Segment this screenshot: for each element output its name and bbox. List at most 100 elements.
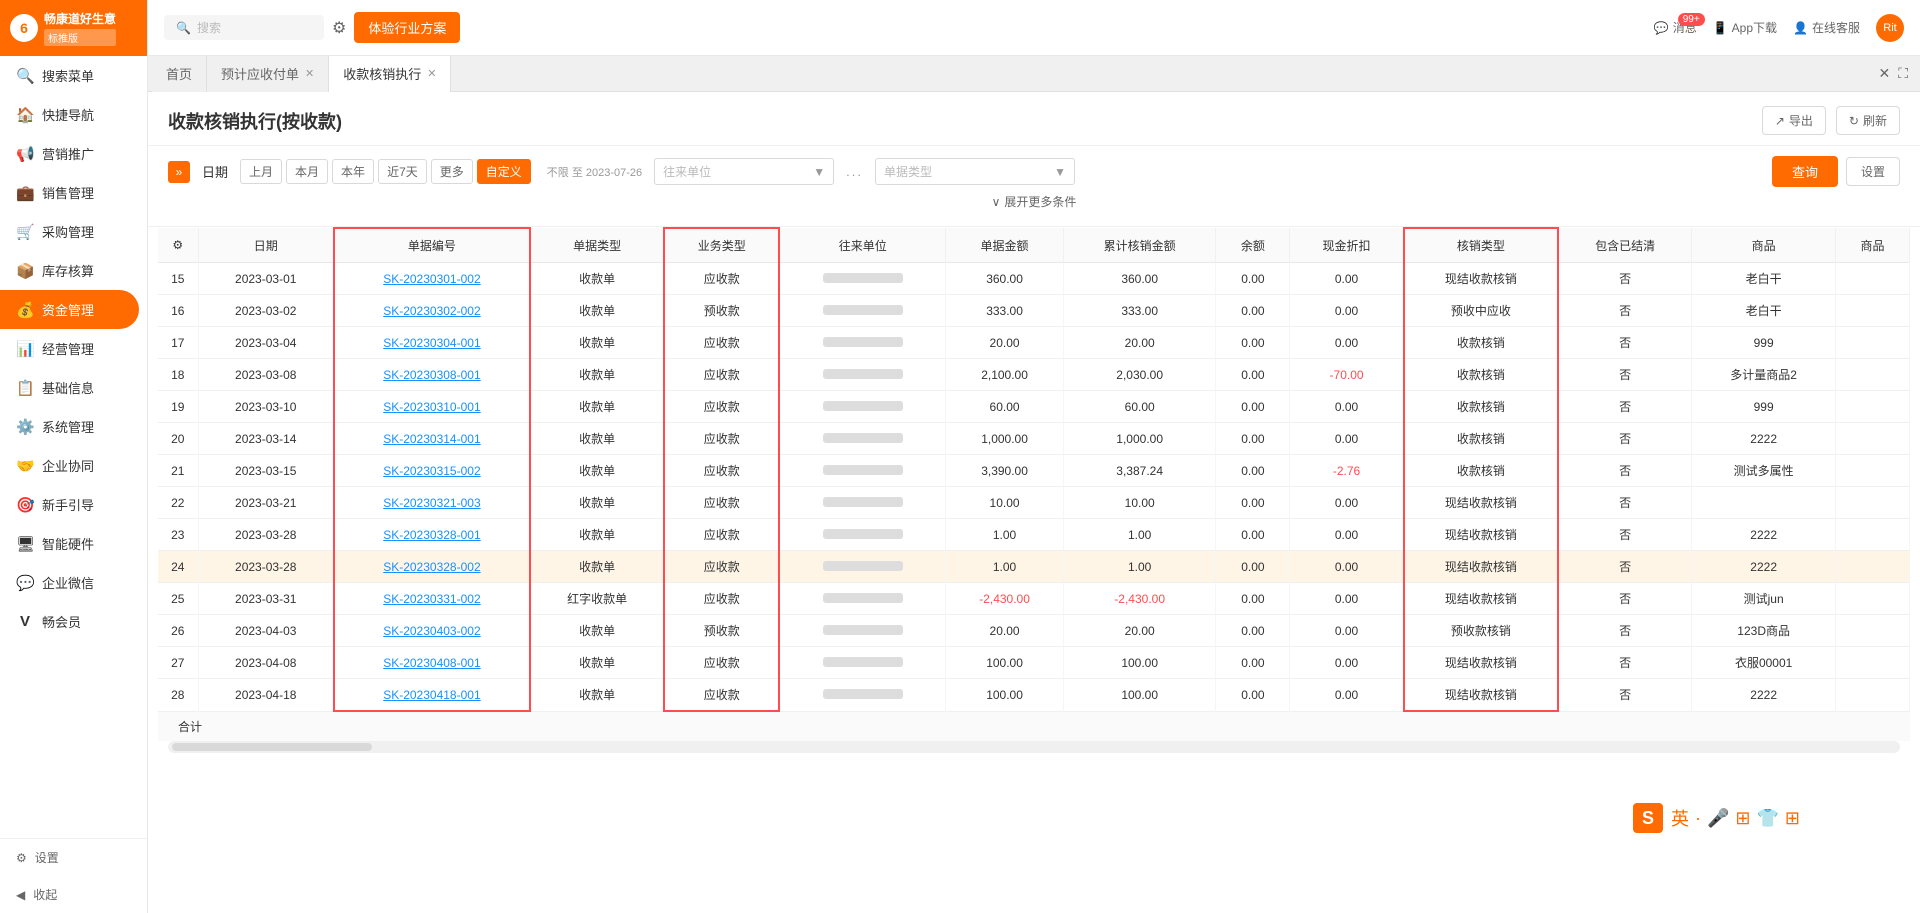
more-date-btn[interactable]: 更多 [431, 159, 473, 184]
th-amount[interactable]: 单据金额 [946, 228, 1064, 263]
cell-accumulated: 20.00 [1063, 615, 1216, 647]
tab-home[interactable]: 首页 [152, 56, 207, 92]
sidebar-item-quicknav[interactable]: 🏠 快捷导航 [0, 95, 147, 134]
cell-singleno[interactable]: SK-20230328-002 [334, 551, 530, 583]
main-content: 🔍 搜索 ⚙ 体验行业方案 💬 消息 99+ 📱 App下载 👤 在线客服 Ri… [148, 0, 1920, 913]
sidebar-item-enterprise[interactable]: 🤝 企业协同 [0, 446, 147, 485]
close-window-icon[interactable]: ✕ [1878, 65, 1890, 82]
table-setting-btn[interactable]: 设置 [1846, 157, 1900, 186]
cell-singleno[interactable]: SK-20230321-003 [334, 487, 530, 519]
th-saletype[interactable]: 核销类型 [1404, 228, 1558, 263]
message-badge: 99+ [1678, 13, 1705, 26]
app-download-button[interactable]: 📱 App下载 [1713, 19, 1777, 36]
cell-singleno[interactable]: SK-20230301-002 [334, 263, 530, 295]
cell-balance: 0.00 [1216, 519, 1290, 551]
tab-payment-writeoff[interactable]: 收款核销执行 ✕ [329, 56, 451, 92]
topbar-search[interactable]: 🔍 搜索 [164, 15, 324, 40]
cell-date: 2023-03-28 [198, 519, 334, 551]
sidebar-item-wechat[interactable]: 💬 企业微信 [0, 563, 147, 602]
cell-date: 2023-03-08 [198, 359, 334, 391]
sidebar-item-sales[interactable]: 💼 销售管理 [0, 173, 147, 212]
cell-singleno[interactable]: SK-20230331-002 [334, 583, 530, 615]
last-month-btn[interactable]: 上月 [240, 159, 282, 184]
query-button[interactable]: 查询 [1772, 156, 1838, 187]
cell-amount: 1.00 [946, 519, 1064, 551]
th-included[interactable]: 包含已结清 [1558, 228, 1692, 263]
cell-accumulated: 1,000.00 [1063, 423, 1216, 455]
cell-included: 否 [1558, 647, 1692, 679]
this-month-btn[interactable]: 本月 [286, 159, 328, 184]
cell-singleno[interactable]: SK-20230310-001 [334, 391, 530, 423]
maximize-icon[interactable]: ⛶ [1898, 65, 1908, 82]
sidebar-item-guide[interactable]: 🎯 新手引导 [0, 485, 147, 524]
cell-singleno[interactable]: SK-20230403-002 [334, 615, 530, 647]
cell-singleno[interactable]: SK-20230418-001 [334, 679, 530, 712]
sidebar-item-marketing[interactable]: 📢 营销推广 [0, 134, 147, 173]
sidebar-item-operation[interactable]: 📊 经营管理 [0, 329, 147, 368]
th-partner[interactable]: 往来单位 [779, 228, 946, 263]
sidebar-item-purchase[interactable]: 🛒 采购管理 [0, 212, 147, 251]
tab-close-writeoff[interactable]: ✕ [427, 67, 436, 80]
online-service-button[interactable]: 👤 在线客服 [1793, 19, 1860, 36]
partner-filter[interactable]: 往来单位 ▼ [654, 158, 834, 185]
cell-singletype: 红字收款单 [530, 583, 665, 615]
th-goods2[interactable]: 商品 [1836, 228, 1910, 263]
this-year-btn[interactable]: 本年 [332, 159, 374, 184]
cell-singleno[interactable]: SK-20230328-001 [334, 519, 530, 551]
th-discount[interactable]: 现金折扣 [1290, 228, 1404, 263]
sidebar-collapse-btn[interactable]: ◀ 收起 [0, 876, 147, 913]
cell-goods1: 999 [1692, 391, 1836, 423]
cell-singletype: 收款单 [530, 295, 665, 327]
cell-biztype: 应收款 [664, 423, 779, 455]
cell-singletype: 收款单 [530, 647, 665, 679]
export-button[interactable]: ↗ 导出 [1762, 106, 1826, 135]
cell-singleno[interactable]: SK-20230302-002 [334, 295, 530, 327]
th-balance[interactable]: 余额 [1216, 228, 1290, 263]
inventory-icon: 📦 [16, 262, 34, 280]
cell-saletype: 现结收款核销 [1404, 551, 1558, 583]
sidebar-item-inventory[interactable]: 📦 库存核算 [0, 251, 147, 290]
refresh-button[interactable]: ↻ 刷新 [1836, 106, 1900, 135]
message-button[interactable]: 💬 消息 99+ [1654, 19, 1697, 36]
cell-singleno[interactable]: SK-20230314-001 [334, 423, 530, 455]
cell-singleno[interactable]: SK-20230304-001 [334, 327, 530, 359]
sidebar-logo: 6 畅康道好生意 标推版 [0, 0, 147, 56]
cell-partner [779, 263, 946, 295]
horizontal-scrollbar[interactable] [168, 741, 1900, 753]
cell-singleno[interactable]: SK-20230408-001 [334, 647, 530, 679]
sidebar-item-basic[interactable]: 📋 基础信息 [0, 368, 147, 407]
cell-saletype: 现结收款核销 [1404, 647, 1558, 679]
tab-close-prepay[interactable]: ✕ [305, 67, 314, 80]
cell-rownum: 23 [158, 519, 198, 551]
receipt-type-filter[interactable]: 单据类型 ▼ [875, 158, 1075, 185]
cell-date: 2023-04-08 [198, 647, 334, 679]
cell-singleno[interactable]: SK-20230315-002 [334, 455, 530, 487]
sidebar-item-system[interactable]: ⚙️ 系统管理 [0, 407, 147, 446]
expand-more-btn[interactable]: ∨ 展开更多条件 [168, 193, 1900, 210]
cell-singleno[interactable]: SK-20230308-001 [334, 359, 530, 391]
sidebar-item-finance[interactable]: 💰 资金管理 [0, 290, 139, 329]
sidebar-item-search[interactable]: 🔍 搜索菜单 [0, 56, 147, 95]
th-singleno[interactable]: 单据编号 [334, 228, 530, 263]
cell-singletype: 收款单 [530, 263, 665, 295]
settings-col-icon[interactable]: ⚙ [172, 238, 183, 252]
th-singletype[interactable]: 单据类型 [530, 228, 665, 263]
user-avatar[interactable]: Rit [1876, 14, 1904, 42]
sidebar-item-hardware[interactable]: 🖥 智能硬件 [0, 524, 147, 563]
chevron-down-icon: ▼ [813, 165, 825, 179]
cell-included: 否 [1558, 519, 1692, 551]
th-date[interactable]: 日期 [198, 228, 334, 263]
sidebar-item-member[interactable]: V 畅会员 [0, 602, 147, 641]
filter-toggle-btn[interactable]: » [168, 161, 190, 183]
th-goods1[interactable]: 商品 [1692, 228, 1836, 263]
scrollbar-thumb[interactable] [172, 743, 372, 751]
solution-button[interactable]: 体验行业方案 [354, 12, 460, 43]
topbar-gear-icon[interactable]: ⚙ [332, 18, 346, 38]
th-accumulated[interactable]: 累计核销金额 [1063, 228, 1216, 263]
custom-date-btn[interactable]: 自定义 [477, 159, 531, 184]
cell-date: 2023-03-14 [198, 423, 334, 455]
th-biztype[interactable]: 业务类型 [664, 228, 779, 263]
sidebar-settings-btn[interactable]: ⚙ 设置 [0, 839, 147, 876]
tab-prepay[interactable]: 预计应收付单 ✕ [207, 56, 329, 92]
last-7-days-btn[interactable]: 近7天 [378, 159, 427, 184]
